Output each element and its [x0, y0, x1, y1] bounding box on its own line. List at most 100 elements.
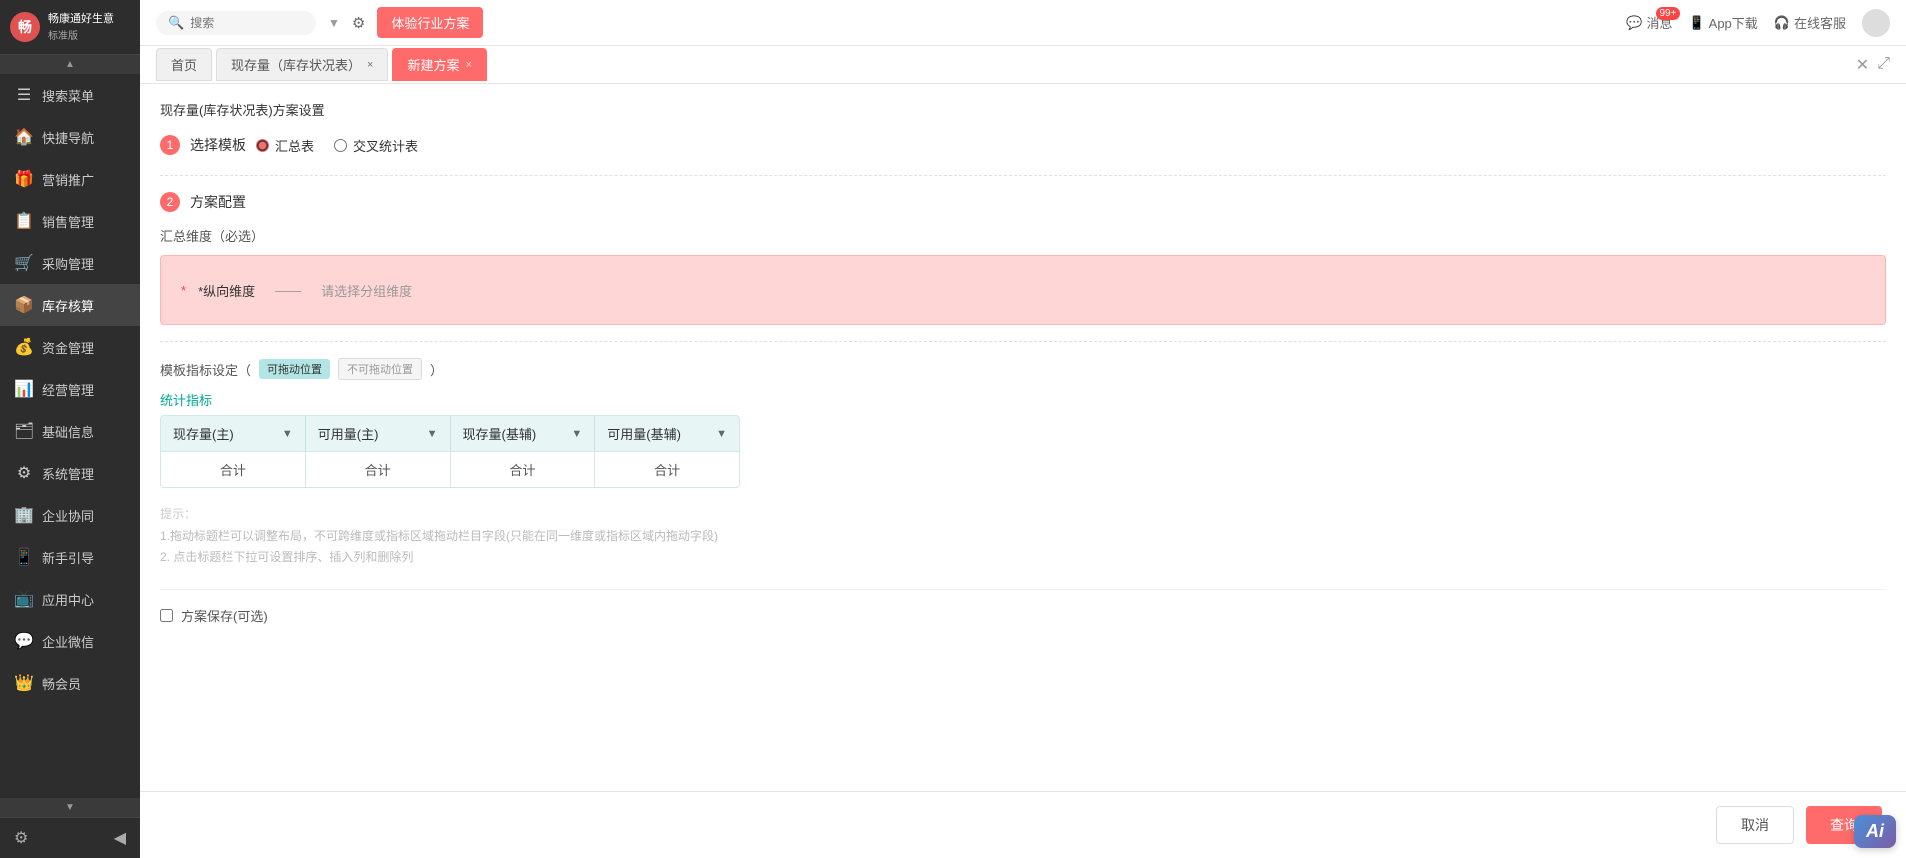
tab-home[interactable]: 首页	[156, 48, 212, 81]
sidebar-item-label: 资金管理	[42, 338, 94, 357]
gear-icon[interactable]: ⚙	[352, 14, 365, 32]
sidebar-item-label: 畅会员	[42, 674, 81, 693]
radio-cross-input[interactable]	[334, 139, 347, 152]
expand-panel-icon[interactable]: ⤢	[1877, 55, 1890, 75]
industry-btn[interactable]: 体验行业方案	[377, 7, 483, 38]
sidebar-item-search[interactable]: ☰ 搜索菜单	[0, 74, 140, 116]
newbie-icon: 📱	[14, 547, 34, 567]
app-center-icon: 📺	[14, 589, 34, 609]
save-option-label[interactable]: 方案保存(可选)	[181, 606, 268, 625]
system-icon: ⚙	[14, 463, 34, 483]
sidebar-scroll-up[interactable]: ▲	[0, 55, 140, 74]
app-edition: 标准版	[48, 27, 114, 42]
dim-separator: ——	[275, 283, 301, 298]
main-wrap: 🔍 ▼ ⚙ 体验行业方案 💬 消息 99+ 📱 App下载 🎧 在线客服	[140, 0, 1906, 858]
save-option: 方案保存(可选)	[160, 589, 1886, 641]
dropdown-arrow-icon[interactable]: ▼	[328, 16, 340, 30]
step1-label: 选择模板	[190, 135, 246, 155]
tab-home-label: 首页	[171, 55, 197, 74]
sidebar-logo: 畅 畅康通好生意 标准版	[0, 0, 140, 55]
search-icon: 🔍	[168, 15, 184, 31]
sidebar-item-inventory[interactable]: 📦 库存核算	[0, 284, 140, 326]
message-btn[interactable]: 💬 消息 99+	[1626, 13, 1672, 32]
chevron-down-icon-4[interactable]: ▼	[716, 428, 727, 440]
tab-new-scheme[interactable]: 新建方案 ×	[392, 48, 486, 81]
tip2: 2. 点击标题栏下拉可设置排序、插入列和删除列	[160, 547, 1886, 569]
sidebar-scroll-down[interactable]: ▼	[0, 798, 140, 817]
cancel-button[interactable]: 取消	[1716, 806, 1794, 844]
ai-badge[interactable]: Ai	[1854, 815, 1896, 848]
sidebar-item-finance[interactable]: 💰 资金管理	[0, 326, 140, 368]
inventory-icon: 📦	[14, 295, 34, 315]
sidebar-item-enterprise[interactable]: 🏢 企业协同	[0, 494, 140, 536]
sidebar-item-basic[interactable]: 🗂 基础信息	[0, 410, 140, 452]
step2-badge: 2	[160, 192, 180, 212]
search-menu-icon: ☰	[14, 85, 34, 105]
tab-inventory-close-icon[interactable]: ×	[367, 59, 373, 71]
sidebar-item-label: 营销推广	[42, 170, 94, 189]
sidebar-item-purchase[interactable]: 🛒 采购管理	[0, 242, 140, 284]
table-body-cell-1-1: 合计	[161, 452, 306, 487]
table-header-cell-3[interactable]: 现存量(基辅) ▼	[451, 416, 596, 451]
app-download-btn[interactable]: 📱 App下载	[1688, 13, 1757, 32]
sidebar-item-wechat[interactable]: 💬 企业微信	[0, 620, 140, 662]
sidebar-item-label: 企业微信	[42, 632, 94, 651]
sidebar-item-management[interactable]: 📊 经营管理	[0, 368, 140, 410]
save-checkbox[interactable]	[160, 609, 173, 622]
col4-label: 可用量(基辅)	[607, 424, 681, 443]
user-avatar[interactable]	[1862, 9, 1890, 37]
settings-icon[interactable]: ⚙	[14, 828, 28, 848]
panel-title: 现存量(库存状况表)方案设置	[160, 100, 1886, 119]
table-header-row: 现存量(主) ▼ 可用量(主) ▼ 现存量(基辅) ▼	[161, 416, 739, 451]
sidebar-item-app-center[interactable]: 📺 应用中心	[0, 578, 140, 620]
online-service-btn[interactable]: 🎧 在线客服	[1774, 13, 1846, 32]
table-header-cell-4[interactable]: 可用量(基辅) ▼	[595, 416, 739, 451]
sidebar-item-newbie[interactable]: 📱 新手引导	[0, 536, 140, 578]
tab-inventory[interactable]: 现存量（库存状况表） ×	[216, 48, 388, 81]
sidebar-item-label: 快捷导航	[42, 128, 94, 147]
purchase-icon: 🛒	[14, 253, 34, 273]
tips-title: 提示：	[160, 507, 196, 521]
dimension-box[interactable]: * *纵向维度 —— 请选择分组维度	[160, 255, 1886, 325]
chevron-down-icon-1[interactable]: ▼	[282, 428, 293, 440]
col1-label: 现存量(主)	[173, 424, 234, 443]
table-body-cell-1-3: 合计	[451, 452, 596, 487]
step1-header: 1 选择模板 汇总表 交叉统计表	[160, 135, 1886, 155]
divider1	[160, 175, 1886, 176]
wechat-icon: 💬	[14, 631, 34, 651]
sidebar-item-sales[interactable]: 📋 销售管理	[0, 200, 140, 242]
template-radio-group: 汇总表 交叉统计表	[256, 136, 418, 155]
sidebar-item-member[interactable]: 👑 畅会员	[0, 662, 140, 704]
tab-new-scheme-close-icon[interactable]: ×	[465, 59, 471, 71]
chevron-down-icon-3[interactable]: ▼	[571, 428, 582, 440]
tab-new-scheme-label: 新建方案	[407, 55, 459, 74]
col3-label: 现存量(基辅)	[463, 424, 537, 443]
sidebar-item-marketing[interactable]: 🎁 营销推广	[0, 158, 140, 200]
radio-summary[interactable]: 汇总表	[256, 136, 314, 155]
table-header-cell-1[interactable]: 现存量(主) ▼	[161, 416, 306, 451]
step1-badge: 1	[160, 135, 180, 155]
non-draggable-badge: 不可拖动位置	[338, 358, 422, 380]
content-area: 现存量(库存状况表)方案设置 1 选择模板 汇总表 交叉统计表	[140, 84, 1906, 858]
dimension-label: 汇总维度（必选）	[160, 226, 1886, 245]
collapse-icon[interactable]: ◀	[114, 828, 126, 848]
table-body-row-1: 合计 合计 合计 合计	[161, 451, 739, 487]
sidebar-item-label: 销售管理	[42, 212, 94, 231]
step2-label: 方案配置	[190, 192, 246, 212]
radio-cross[interactable]: 交叉统计表	[334, 136, 418, 155]
close-panel-icon[interactable]: ✕	[1856, 55, 1869, 75]
indicator-label: 模板指标设定（ 可拖动位置 不可拖动位置 ）	[160, 358, 1886, 380]
search-input[interactable]	[190, 16, 290, 30]
app-name: 畅康通好生意	[48, 12, 114, 27]
sidebar-item-shortcut[interactable]: 🏠 快捷导航	[0, 116, 140, 158]
topbar-right: 💬 消息 99+ 📱 App下载 🎧 在线客服	[1626, 9, 1890, 37]
stat-indicator-title: 统计指标	[160, 390, 1886, 409]
sidebar-item-system[interactable]: ⚙ 系统管理	[0, 452, 140, 494]
indicator-label-close: ）	[430, 360, 443, 379]
bottom-spacer	[160, 641, 1886, 701]
logo-icon: 畅	[10, 12, 40, 42]
chevron-down-icon-2[interactable]: ▼	[427, 428, 438, 440]
app-label: App下载	[1709, 13, 1758, 32]
table-header-cell-2[interactable]: 可用量(主) ▼	[306, 416, 451, 451]
radio-summary-input[interactable]	[256, 139, 269, 152]
